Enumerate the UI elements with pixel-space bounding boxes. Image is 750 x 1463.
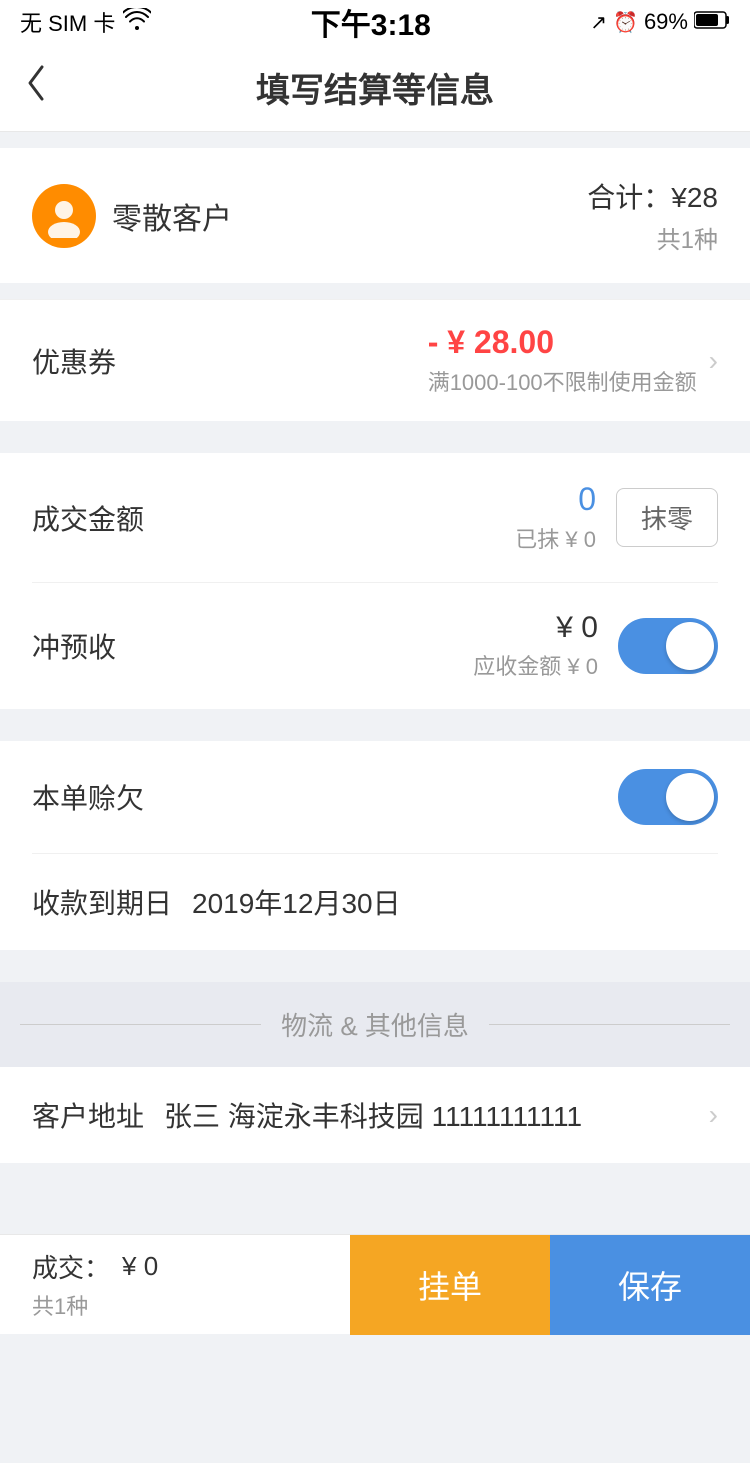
logistics-divider: 物流 & 其他信息 — [0, 982, 750, 1067]
due-date-row: 收款到期日 2019年12月30日 — [32, 853, 718, 950]
prepayment-toggle[interactable] — [618, 618, 718, 674]
prepayment-amount: ¥ 0 — [473, 611, 598, 645]
address-section: 客户地址 张三 海淀永丰科技园 11111111111 › — [0, 1067, 750, 1163]
status-bar-time: 下午3:18 — [311, 0, 431, 44]
coupon-discount: - ¥ 28.00 — [428, 324, 697, 361]
customer-section: 零散客户 合计：¥28 共1种 — [0, 148, 750, 283]
location-icon: ↗ — [590, 10, 607, 35]
debt-label: 本单赊欠 — [32, 777, 144, 817]
transaction-row: 成交金额 0 已抹 ¥ 0 抹零 — [32, 453, 718, 583]
battery-icon — [694, 8, 730, 36]
coupon-desc: 满1000-100不限制使用金额 — [428, 365, 697, 397]
coupon-value-group: - ¥ 28.00 满1000-100不限制使用金额 — [428, 324, 697, 397]
coupon-label: 优惠券 — [32, 341, 116, 381]
coupon-right: - ¥ 28.00 满1000-100不限制使用金额 › — [428, 324, 718, 397]
customer-name: 零散客户 — [112, 194, 232, 238]
transaction-label: 成交金额 — [32, 498, 144, 538]
transaction-section: 成交金额 0 已抹 ¥ 0 抹零 冲预收 ¥ 0 应收金额 ¥ 0 — [0, 453, 750, 709]
coupon-row[interactable]: 优惠券 - ¥ 28.00 满1000-100不限制使用金额 › — [0, 299, 750, 421]
debt-row: 本单赊欠 — [32, 741, 718, 853]
address-row[interactable]: 客户地址 张三 海淀永丰科技园 11111111111 › — [32, 1067, 718, 1163]
coupon-chevron: › — [709, 345, 718, 377]
debt-toggle-knob — [666, 773, 714, 821]
save-button[interactable]: 保存 — [550, 1235, 750, 1335]
customer-row: 零散客户 合计：¥28 共1种 — [0, 148, 750, 283]
logistics-label: 物流 & 其他信息 — [281, 1006, 469, 1043]
page-title: 填写结算等信息 — [256, 63, 494, 112]
back-button[interactable] — [24, 63, 48, 112]
customer-total: 合计：¥28 — [587, 176, 718, 216]
no-sim-text: 无 SIM 卡 — [20, 6, 115, 38]
bottom-bar: 成交： ¥ 0 共1种 挂单 保存 — [0, 1234, 750, 1334]
toggle-knob — [666, 622, 714, 670]
customer-info: 零散客户 — [32, 184, 232, 248]
customer-avatar — [32, 184, 96, 248]
transaction-amount: 0 — [578, 481, 596, 517]
battery-text: 69% — [644, 9, 688, 35]
alarm-icon: ⏰ — [613, 10, 638, 35]
bottom-transaction-label: 成交： — [32, 1248, 110, 1285]
prepayment-label: 冲预收 — [32, 626, 116, 666]
prepayment-sub: 应收金额 ¥ 0 — [473, 649, 598, 681]
due-date-value: 2019年12月30日 — [192, 882, 401, 922]
status-bar-right: ↗ ⏰ 69% — [590, 8, 730, 36]
transaction-right: 0 已抹 ¥ 0 抹零 — [515, 481, 718, 554]
round-zero-button[interactable]: 抹零 — [616, 488, 718, 547]
bottom-transaction-amount: ¥ 0 — [122, 1251, 158, 1282]
status-bar-left: 无 SIM 卡 — [20, 6, 151, 38]
prepayment-value-group: ¥ 0 应收金额 ¥ 0 — [473, 611, 598, 681]
wifi-icon — [123, 8, 151, 37]
prepayment-right: ¥ 0 应收金额 ¥ 0 — [473, 611, 718, 681]
customer-right: 合计：¥28 共1种 — [587, 176, 718, 255]
due-date-label: 收款到期日 — [32, 882, 172, 922]
bottom-transaction: 成交： ¥ 0 — [32, 1248, 318, 1285]
status-bar: 无 SIM 卡 下午3:18 ↗ ⏰ 69% — [0, 0, 750, 44]
bottom-count: 共1种 — [32, 1289, 318, 1321]
debt-toggle[interactable] — [618, 769, 718, 825]
coupon-section: 优惠券 - ¥ 28.00 满1000-100不限制使用金额 › — [0, 299, 750, 421]
address-label: 客户地址 — [32, 1095, 144, 1135]
customer-count: 共1种 — [587, 220, 718, 255]
pending-button[interactable]: 挂单 — [350, 1235, 550, 1335]
transaction-value-group: 0 已抹 ¥ 0 — [515, 481, 596, 554]
debt-section: 本单赊欠 收款到期日 2019年12月30日 — [0, 741, 750, 950]
nav-bar: 填写结算等信息 — [0, 44, 750, 132]
transaction-sub: 已抹 ¥ 0 — [515, 522, 596, 554]
address-chevron: › — [709, 1099, 718, 1131]
prepayment-row: 冲预收 ¥ 0 应收金额 ¥ 0 — [32, 583, 718, 709]
address-value: 张三 海淀永丰科技园 11111111111 — [164, 1095, 697, 1135]
bottom-info: 成交： ¥ 0 共1种 — [0, 1248, 350, 1321]
